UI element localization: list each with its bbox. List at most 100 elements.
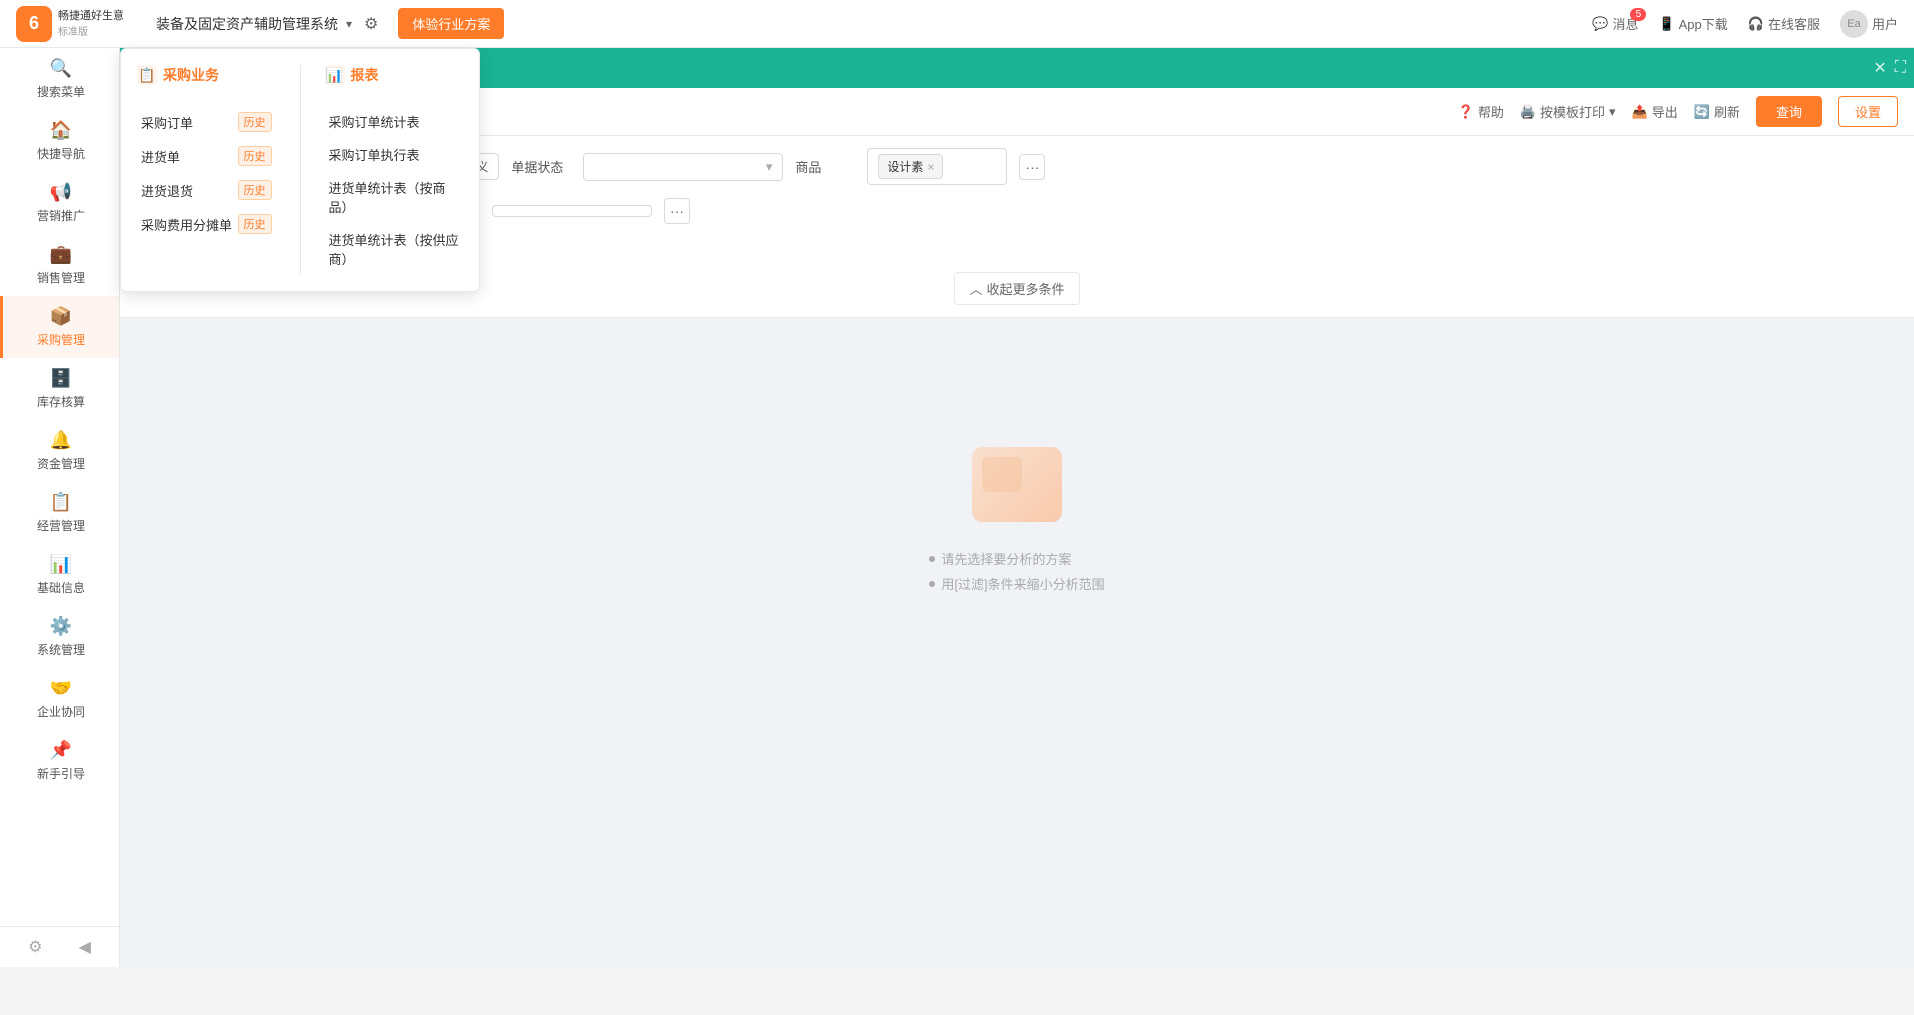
briefcase-icon: 💼 bbox=[50, 244, 72, 265]
top-bar: 6 畅捷通好生意 标准版 装备及固定资产辅助管理系统 ▾ ⚙ 体验行业方案 💬 … bbox=[0, 0, 1914, 48]
goods-tag-remove-icon[interactable]: × bbox=[927, 160, 934, 174]
query-btn[interactable]: 查询 bbox=[1756, 96, 1822, 127]
hint-dot-1 bbox=[929, 556, 935, 562]
sidebar-item-base-info[interactable]: 📊 基础信息 bbox=[0, 544, 119, 606]
system-title-area: 装备及固定资产辅助管理系统 ▾ ⚙ 体验行业方案 bbox=[156, 8, 1592, 39]
collapse-btn[interactable]: ︿ 收起更多条件 bbox=[954, 272, 1079, 305]
report-col-icon: 📊 bbox=[325, 65, 345, 85]
toolbar-right-actions: ❓ 帮助 🖨️ 按模板打印 ▾ 📤 导出 🔄 刷新 bbox=[1458, 96, 1898, 127]
history-badge: 历史 bbox=[238, 214, 272, 234]
sidebar-item-finance[interactable]: 🔔 资金管理 bbox=[0, 420, 119, 482]
sidebar: 🔍 搜索菜单 🏠 快捷导航 📢 营销推广 💼 销售管理 📦 采购管理 🗄️ 库存… bbox=[0, 48, 120, 967]
message-badge: 5 bbox=[1630, 8, 1646, 21]
sidebar-item-cooperation[interactable]: 🤝 企业协同 bbox=[0, 668, 119, 730]
print-dropdown-icon: ▾ bbox=[1609, 104, 1616, 120]
collapse-icon: ︿ bbox=[969, 279, 982, 298]
app-download-btn[interactable]: 📱 App下载 bbox=[1658, 14, 1727, 33]
dropdown-item-expense[interactable]: 采购费用分摊单 历史 bbox=[137, 207, 276, 241]
sidebar-item-label: 经营管理 bbox=[37, 517, 85, 534]
refresh-icon: 🔄 bbox=[1694, 104, 1710, 120]
pin-icon: 📌 bbox=[50, 740, 72, 761]
dropdown-item-return[interactable]: 进货退货 历史 bbox=[137, 173, 276, 207]
goods-tag[interactable]: 设计素 × bbox=[878, 154, 943, 179]
sidebar-item-label: 快捷导航 bbox=[37, 145, 85, 162]
sidebar-item-label: 营销推广 bbox=[37, 207, 85, 224]
phone-icon: 📱 bbox=[1658, 16, 1674, 32]
logo-icon: 6 bbox=[16, 6, 52, 42]
goods-more-btn[interactable]: ··· bbox=[1019, 154, 1045, 180]
bill-status-label: 单据状态 bbox=[511, 157, 571, 176]
sidebar-item-inventory[interactable]: 🗄️ 库存核算 bbox=[0, 358, 119, 420]
chart-icon: 📊 bbox=[50, 554, 72, 575]
empty-state: 请先选择要分析的方案 用[过滤]条件来缩小分析范围 bbox=[120, 318, 1914, 718]
sidebar-bottom: ⚙ ◀ bbox=[0, 926, 119, 967]
dropdown-col-report: 📊 报表 采购订单统计表 采购订单执行表 进货单统计表（按商品） 进货单统计表（… bbox=[325, 65, 464, 275]
dropdown-col-report-title: 📊 报表 bbox=[325, 65, 464, 93]
online-service-btn[interactable]: 🎧 在线客服 bbox=[1748, 14, 1820, 33]
sidebar-item-guide[interactable]: 📌 新手引导 bbox=[0, 730, 119, 792]
salesperson-more-btn[interactable]: ··· bbox=[664, 198, 690, 224]
sidebar-item-operations[interactable]: 📋 经营管理 bbox=[0, 482, 119, 544]
export-icon: 📤 bbox=[1632, 104, 1648, 120]
dropdown-item-delivery-stats-supplier[interactable]: 进货单统计表（按供应商） bbox=[325, 223, 464, 275]
empty-hint-2: 用[过滤]条件来缩小分析范围 bbox=[941, 574, 1104, 593]
print-template-btn[interactable]: 🖨️ 按模板打印 ▾ bbox=[1520, 102, 1616, 121]
tab-close-window-icon[interactable]: ✕ bbox=[1873, 58, 1886, 78]
dropdown-col-purchase: 📋 采购业务 采购订单 历史 进货单 历史 进货退货 历史 采购费用分摊单 历史 bbox=[137, 65, 276, 275]
dropdown-item-order-exec[interactable]: 采购订单执行表 bbox=[325, 138, 464, 171]
box-icon: 📦 bbox=[50, 306, 72, 327]
industry-btn[interactable]: 体验行业方案 bbox=[398, 8, 504, 39]
bell-icon: 🔔 bbox=[50, 430, 72, 451]
sidebar-item-quick-nav[interactable]: 🏠 快捷导航 bbox=[0, 110, 119, 172]
user-menu[interactable]: Ea 用户 bbox=[1840, 10, 1898, 38]
bill-status-select[interactable]: ▾ bbox=[583, 153, 783, 181]
sidebar-item-search[interactable]: 🔍 搜索菜单 bbox=[0, 48, 119, 110]
sidebar-item-label: 库存核算 bbox=[37, 393, 85, 410]
goods-label: 商品 bbox=[795, 157, 855, 176]
sidebar-item-marketing[interactable]: 📢 营销推广 bbox=[0, 172, 119, 234]
message-btn[interactable]: 💬 消息 5 bbox=[1592, 14, 1638, 33]
export-btn[interactable]: 📤 导出 bbox=[1632, 102, 1678, 121]
tab-fullscreen-icon[interactable]: ⛶ bbox=[1895, 59, 1906, 77]
sidebar-item-label: 资金管理 bbox=[37, 455, 85, 472]
settings-btn[interactable]: 设置 bbox=[1838, 96, 1898, 127]
sidebar-item-label: 新手引导 bbox=[37, 765, 85, 782]
message-icon: 💬 bbox=[1592, 16, 1608, 32]
system-settings-icon[interactable]: ⚙ bbox=[364, 14, 378, 34]
sidebar-collapse-btn[interactable]: ◀ bbox=[79, 937, 91, 957]
dropdown-menu: 📋 采购业务 采购订单 历史 进货单 历史 进货退货 历史 采购费用分摊单 历史 bbox=[120, 48, 480, 292]
dropdown-item-order-stats[interactable]: 采购订单统计表 bbox=[325, 105, 464, 138]
history-badge: 历史 bbox=[238, 112, 272, 132]
sidebar-item-system[interactable]: ⚙️ 系统管理 bbox=[0, 606, 119, 668]
dropdown-item-delivery[interactable]: 进货单 历史 bbox=[137, 139, 276, 173]
sidebar-item-label: 系统管理 bbox=[37, 641, 85, 658]
empty-illustration bbox=[957, 437, 1077, 537]
dropdown-item-delivery-stats-goods[interactable]: 进货单统计表（按商品） bbox=[325, 171, 464, 223]
avatar: Ea bbox=[1840, 10, 1868, 38]
salesperson-input[interactable] bbox=[492, 205, 652, 217]
tab-bar-right: ✕ ⛶ bbox=[1873, 58, 1906, 78]
system-title-dropdown[interactable]: ▾ bbox=[346, 17, 352, 31]
history-badge: 历史 bbox=[238, 146, 272, 166]
history-badge: 历史 bbox=[238, 180, 272, 200]
refresh-btn[interactable]: 🔄 刷新 bbox=[1694, 102, 1740, 121]
sidebar-item-purchase[interactable]: 📦 采购管理 bbox=[0, 296, 119, 358]
dropdown-item-purchase-order[interactable]: 采购订单 历史 bbox=[137, 105, 276, 139]
dropdown-overlay: 📋 采购业务 采购订单 历史 进货单 历史 进货退货 历史 采购费用分摊单 历史 bbox=[120, 48, 480, 292]
hint-dot-2 bbox=[929, 581, 935, 587]
sidebar-item-label: 企业协同 bbox=[37, 703, 85, 720]
system-name: 装备及固定资产辅助管理系统 bbox=[156, 14, 338, 34]
clipboard-icon: 📋 bbox=[50, 492, 72, 513]
goods-input[interactable]: 设计素 × bbox=[867, 148, 1007, 185]
sidebar-settings-btn[interactable]: ⚙ bbox=[28, 937, 42, 957]
top-right-actions: 💬 消息 5 📱 App下载 🎧 在线客服 Ea 用户 bbox=[1592, 10, 1898, 38]
empty-hint-1: 请先选择要分析的方案 bbox=[941, 549, 1071, 568]
bill-status-dropdown-icon: ▾ bbox=[766, 159, 773, 175]
purchase-col-icon: 📋 bbox=[137, 65, 157, 85]
sidebar-item-label: 采购管理 bbox=[37, 331, 85, 348]
help-btn[interactable]: ❓ 帮助 bbox=[1458, 102, 1504, 121]
empty-hints: 请先选择要分析的方案 用[过滤]条件来缩小分析范围 bbox=[929, 549, 1104, 599]
search-icon: 🔍 bbox=[50, 58, 72, 79]
logo-text: 畅捷通好生意 bbox=[58, 9, 124, 23]
sidebar-item-sales[interactable]: 💼 销售管理 bbox=[0, 234, 119, 296]
